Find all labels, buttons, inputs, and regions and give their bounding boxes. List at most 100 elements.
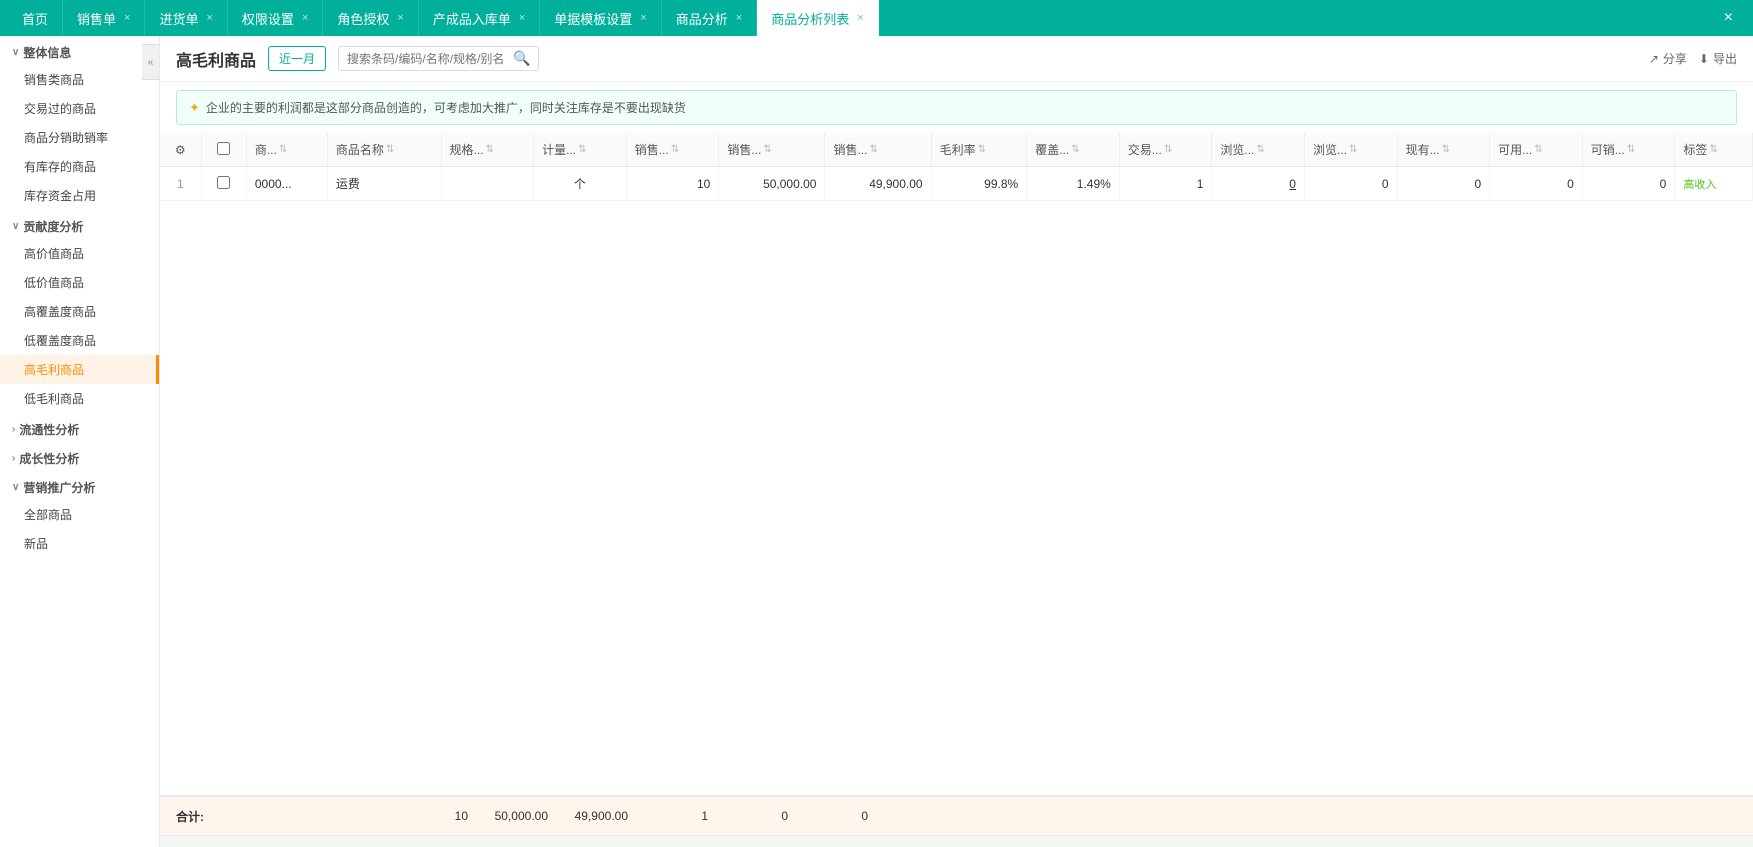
cell-rowNum: 1 [160,167,201,201]
time-filter-button[interactable]: 近一月 [268,46,326,71]
sort-icon[interactable]: ⇅ [1534,144,1542,155]
nav-close-icon[interactable]: × [124,12,130,24]
col-label-text: 计量... [542,141,576,158]
col-label-text: 规格... [450,141,484,158]
col-header-saleAmount[interactable]: 销售...⇅ [719,133,825,167]
sidebar-item-新品[interactable]: 新品 [0,529,159,558]
col-header-sellableStock[interactable]: 可销...⇅ [1582,133,1675,167]
col-header-tag[interactable]: 标签⇅ [1675,133,1753,167]
sort-icon[interactable]: ⇅ [869,144,877,155]
sort-icon[interactable]: ⇅ [386,144,394,155]
sort-icon[interactable]: ⇅ [486,144,494,155]
row-checkbox[interactable] [217,176,230,189]
sidebar-group-header-流通性分析[interactable]: ›流通性分析 [0,413,159,442]
nav-item-单据模板设置[interactable]: 单据模板设置 × [540,0,661,36]
sidebar-group-label: 营销推广分析 [23,479,95,496]
sidebar-item-高价值商品[interactable]: 高价值商品 [0,239,159,268]
sidebar-item-交易过的商品[interactable]: 交易过的商品 [0,94,159,123]
sort-icon[interactable]: ⇅ [279,144,287,155]
col-header-currentStock[interactable]: 现有...⇅ [1397,133,1490,167]
sidebar-item-低毛利商品[interactable]: 低毛利商品 [0,384,159,413]
sidebar-item-销售类商品[interactable]: 销售类商品 [0,65,159,94]
cell-txCount: 1 [1119,167,1212,201]
share-button[interactable]: ↗ 分享 [1649,50,1687,67]
sidebar-group-header-贡献度分析[interactable]: ∨贡献度分析 [0,210,159,239]
col-header-code[interactable]: 商...⇅ [246,133,327,167]
col-label-text: 可用... [1498,141,1532,158]
sort-icon[interactable]: ⇅ [1164,144,1172,155]
nav-item-角色授权[interactable]: 角色授权 × [323,0,418,36]
col-header-availableStock[interactable]: 可用...⇅ [1490,133,1583,167]
nav-close-icon[interactable]: × [397,12,403,24]
content-area: 高毛利商品 近一月 🔍 ↗ 分享 ⬇ 导出 ✦ 企业的主要的利润都是这部分商品创… [160,36,1753,847]
top-navigation: 首页销售单 ×进货单 ×权限设置 ×角色授权 ×产成品入库单 ×单据模板设置 ×… [0,0,1753,36]
col-header-name[interactable]: 商品名称⇅ [327,133,441,167]
nav-close-icon[interactable]: × [519,12,525,24]
nav-close-icon[interactable]: × [302,12,308,24]
sidebar-item-库存资金占用[interactable]: 库存资金占用 [0,181,159,210]
sort-icon[interactable]: ⇅ [1256,144,1264,155]
col-header-saleQty[interactable]: 销售...⇅ [626,133,719,167]
export-button[interactable]: ⬇ 导出 [1699,50,1737,67]
nav-item-权限设置[interactable]: 权限设置 × [228,0,323,36]
sidebar-group-header-营销推广分析[interactable]: ∨ 营销推广分析 [0,471,159,500]
sort-icon[interactable]: ⇅ [1349,144,1357,155]
sort-icon[interactable]: ⇅ [763,144,771,155]
nav-close-icon[interactable]: × [206,12,212,24]
nav-close-icon[interactable]: × [857,12,863,24]
close-all-tabs[interactable]: × [1712,9,1745,27]
nav-close-icon[interactable]: × [736,12,742,24]
sort-icon[interactable]: ⇅ [1442,144,1450,155]
nav-item-进货单[interactable]: 进货单 × [145,0,227,36]
nav-item-商品分析列表[interactable]: 商品分析列表 × [757,0,878,36]
nav-item-首页[interactable]: 首页 [8,0,63,36]
share-label: 分享 [1663,50,1687,67]
sidebar-item-商品分销助销率[interactable]: 商品分销助销率 [0,123,159,152]
table-container[interactable]: ⚙商...⇅商品名称⇅规格...⇅计量...⇅销售...⇅销售...⇅销售...… [160,133,1753,795]
cell-browse2: 0 [1304,167,1397,201]
sidebar-group-header-整体信息[interactable]: ∨整体信息 [0,36,159,65]
col-header-saleProfit[interactable]: 销售...⇅ [825,133,931,167]
sort-icon[interactable]: ⇅ [1071,144,1079,155]
col-header-checkbox[interactable] [201,133,246,167]
sidebar-item-高覆盖度商品[interactable]: 高覆盖度商品 [0,297,159,326]
search-icon[interactable]: 🔍 [513,50,530,67]
sidebar-item-全部商品[interactable]: 全部商品 [0,500,159,529]
nav-close-icon[interactable]: × [640,12,646,24]
sort-icon[interactable]: ⇅ [671,144,679,155]
col-header-coverage[interactable]: 覆盖...⇅ [1027,133,1120,167]
sidebar-group-header-成长性分析[interactable]: ›成长性分析 [0,442,159,471]
header-actions: ↗ 分享 ⬇ 导出 [1649,50,1737,67]
col-header-spec[interactable]: 规格...⇅ [441,133,534,167]
sort-icon[interactable]: ⇅ [578,144,586,155]
col-header-grossMargin[interactable]: 毛利率⇅ [931,133,1027,167]
search-input[interactable] [347,52,507,66]
sidebar-item-有库存的商品[interactable]: 有库存的商品 [0,152,159,181]
col-label-text: 浏览... [1313,141,1347,158]
cell-browse1: 0 [1212,167,1305,201]
browse1-link[interactable]: 0 [1289,177,1296,191]
col-label-text: 销售... [727,141,761,158]
sort-icon[interactable]: ⇅ [1709,144,1717,155]
col-header-settings[interactable]: ⚙ [160,133,201,167]
sort-icon[interactable]: ⇅ [1627,144,1635,155]
sidebar-item-低覆盖度商品[interactable]: 低覆盖度商品 [0,326,159,355]
nav-item-销售单[interactable]: 销售单 × [63,0,145,36]
bottom-scrollbar[interactable] [160,835,1753,847]
sidebar-group-arrow: ∨ [12,482,19,493]
sidebar-collapse-button[interactable]: « [142,44,160,80]
sidebar-item-低价值商品[interactable]: 低价值商品 [0,268,159,297]
sidebar-item-高毛利商品[interactable]: 高毛利商品 [0,355,159,384]
col-header-browse2[interactable]: 浏览...⇅ [1304,133,1397,167]
footer-current-stock: 0 [796,809,876,823]
col-header-txCount[interactable]: 交易...⇅ [1119,133,1212,167]
nav-item-产成品入库单[interactable]: 产成品入库单 × [419,0,540,36]
nav-item-商品分析[interactable]: 商品分析 × [662,0,757,36]
col-header-unit[interactable]: 计量...⇅ [534,133,627,167]
sort-icon[interactable]: ⇅ [978,144,986,155]
col-label-text: 可销... [1591,141,1625,158]
select-all-checkbox[interactable] [217,142,230,155]
settings-icon[interactable]: ⚙ [175,143,186,157]
col-header-browse1[interactable]: 浏览...⇅ [1212,133,1305,167]
info-banner: ✦ 企业的主要的利润都是这部分商品创造的，可考虑加大推广，同时关注库存是不要出现… [176,90,1737,125]
